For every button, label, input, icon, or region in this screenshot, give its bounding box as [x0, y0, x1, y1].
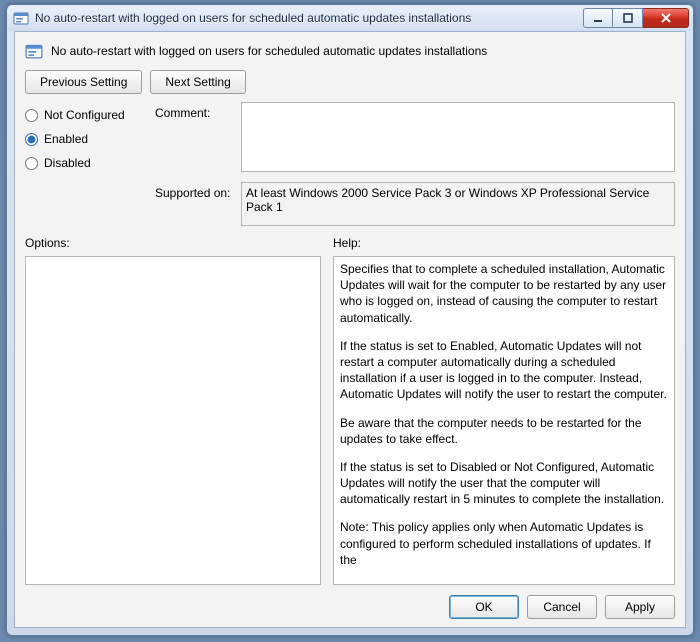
client-area: No auto-restart with logged on users for…: [14, 31, 686, 628]
dialog-window: No auto-restart with logged on users for…: [6, 4, 694, 636]
panels-row: Options: Help: Specifies that to complet…: [25, 236, 675, 585]
policy-header: No auto-restart with logged on users for…: [25, 42, 675, 60]
close-button[interactable]: [643, 8, 689, 28]
help-panel: Help: Specifies that to complete a sched…: [333, 236, 675, 585]
radio-disabled-label: Disabled: [44, 156, 91, 170]
radio-disabled-input[interactable]: [25, 157, 38, 170]
radio-not-configured[interactable]: Not Configured: [25, 108, 141, 122]
policy-title: No auto-restart with logged on users for…: [51, 44, 487, 58]
supported-on-label: Supported on:: [155, 182, 241, 200]
policy-icon: [25, 42, 43, 60]
comment-textarea[interactable]: [241, 102, 675, 172]
radio-disabled[interactable]: Disabled: [25, 156, 141, 170]
help-paragraph: Be aware that the computer needs to be r…: [340, 415, 668, 447]
cancel-button[interactable]: Cancel: [527, 595, 597, 619]
window-controls: [583, 8, 689, 28]
help-paragraph: Note: This policy applies only when Auto…: [340, 519, 668, 568]
labeled-fields: Comment: Supported on: At least Windows …: [155, 102, 675, 226]
help-paragraph: If the status is set to Enabled, Automat…: [340, 338, 668, 403]
previous-setting-button[interactable]: Previous Setting: [25, 70, 142, 94]
nav-buttons: Previous Setting Next Setting: [25, 70, 675, 94]
next-setting-button[interactable]: Next Setting: [150, 70, 245, 94]
radio-enabled-input[interactable]: [25, 133, 38, 146]
radio-not-configured-label: Not Configured: [44, 108, 125, 122]
config-row: Not Configured Enabled Disabled Comment:…: [25, 102, 675, 226]
dialog-footer: OK Cancel Apply: [25, 585, 675, 619]
options-box[interactable]: [25, 256, 321, 585]
help-box[interactable]: Specifies that to complete a scheduled i…: [333, 256, 675, 585]
radio-enabled[interactable]: Enabled: [25, 132, 141, 146]
comment-label: Comment:: [155, 102, 241, 120]
state-radio-group: Not Configured Enabled Disabled: [25, 102, 141, 226]
supported-on-textarea[interactable]: At least Windows 2000 Service Pack 3 or …: [241, 182, 675, 226]
titlebar[interactable]: No auto-restart with logged on users for…: [7, 5, 693, 31]
radio-not-configured-input[interactable]: [25, 109, 38, 122]
help-paragraph: If the status is set to Disabled or Not …: [340, 459, 668, 508]
window-title: No auto-restart with logged on users for…: [35, 11, 583, 25]
policy-icon: [13, 10, 29, 26]
ok-button[interactable]: OK: [449, 595, 519, 619]
options-panel: Options:: [25, 236, 321, 585]
radio-enabled-label: Enabled: [44, 132, 88, 146]
minimize-button[interactable]: [583, 8, 613, 28]
options-label: Options:: [25, 236, 321, 250]
help-paragraph: Specifies that to complete a scheduled i…: [340, 261, 668, 326]
maximize-button[interactable]: [613, 8, 643, 28]
apply-button[interactable]: Apply: [605, 595, 675, 619]
help-label: Help:: [333, 236, 675, 250]
